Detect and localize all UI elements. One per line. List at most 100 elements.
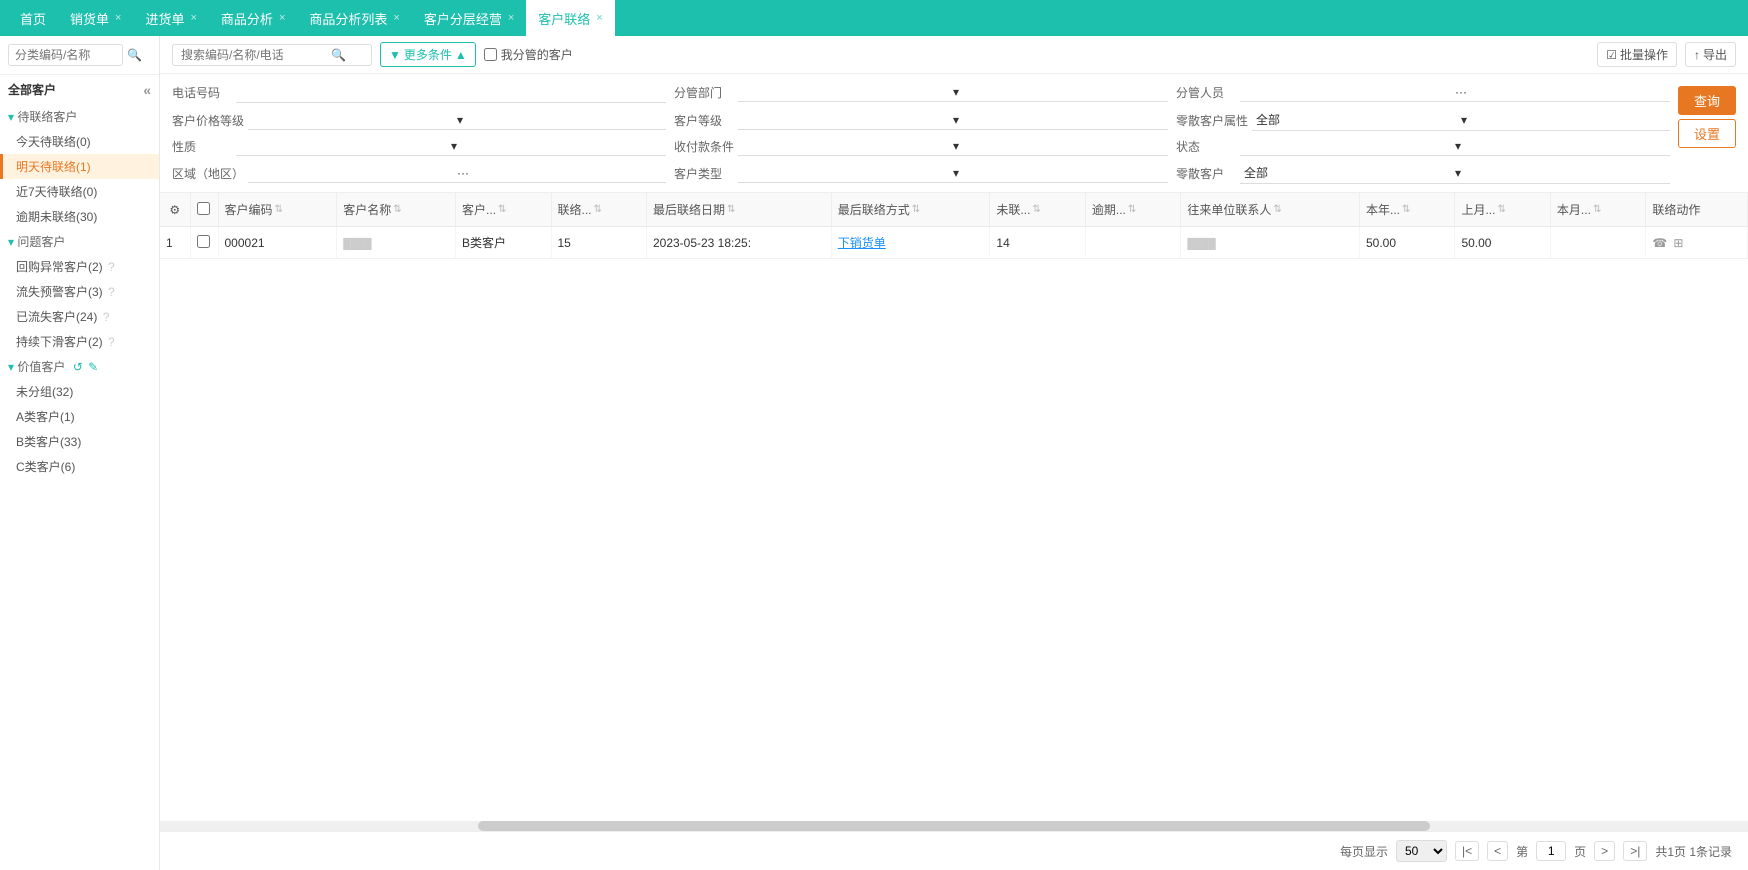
dots-icon[interactable]: ··· (1455, 85, 1666, 99)
th-unit-contact[interactable]: 往来单位联系人 ⇅ (1181, 193, 1360, 227)
close-icon[interactable]: × (508, 12, 514, 24)
filter-cell-retail-attr: 零散客户属性 全部 ▾ (1176, 109, 1670, 131)
th-contact-count[interactable]: 联络... ⇅ (551, 193, 646, 227)
th-this-month[interactable]: 本月... ⇅ (1550, 193, 1645, 227)
status-select[interactable]: ▾ (1240, 137, 1670, 156)
sidebar-group-value[interactable]: ▾ 价值客户 ↺ ✎ (0, 354, 159, 379)
nav-home[interactable]: 首页 (8, 0, 58, 36)
first-page-btn[interactable]: |< (1455, 841, 1479, 861)
th-name[interactable]: 客户名称 ⇅ (337, 193, 456, 227)
select-all-checkbox[interactable] (197, 202, 210, 215)
row-last-method[interactable]: 下销货单 (831, 227, 990, 259)
phone-action-icon[interactable]: ☎ (1652, 236, 1667, 250)
row-contact-count: 15 (551, 227, 646, 259)
row-select-checkbox[interactable] (197, 235, 210, 248)
row-no: 1 (160, 227, 190, 259)
table-row: 1 000021 ████ B类客户 15 2023-05-23 18:25: … (160, 227, 1748, 259)
horizontal-scrollbar[interactable] (160, 821, 1748, 831)
th-last-date[interactable]: 最后联络日期 ⇅ (646, 193, 831, 227)
close-icon[interactable]: × (190, 12, 196, 24)
retail-attr-select[interactable]: 全部 ▾ (1252, 109, 1670, 131)
sidebar-item-churned[interactable]: 已流失客户(24) ? (0, 304, 159, 329)
filter-cell-dept: 分管部门 ▾ (674, 83, 1168, 102)
filter-cell-phone: 电话号码 (172, 82, 666, 103)
page-size-select[interactable]: 50 100 200 (1396, 840, 1447, 862)
more-conditions-btn[interactable]: ▼ 更多条件 ▲ (380, 42, 476, 67)
sort-icon: ⇅ (1497, 204, 1505, 215)
chevron-down-icon: ▾ (953, 139, 1164, 153)
last-page-btn[interactable]: >| (1623, 841, 1647, 861)
prev-page-btn[interactable]: < (1487, 841, 1508, 861)
filter-row-3: 性质 ▾ 收付款条件 ▾ (172, 137, 1670, 156)
filter-cell-manager: 分管人员 ··· (1176, 83, 1670, 102)
sidebar-item-class-c[interactable]: C类客户(6) (0, 454, 159, 479)
payment-select[interactable]: ▾ (738, 137, 1168, 156)
gear-icon[interactable]: ⚙ (169, 203, 180, 217)
query-button[interactable]: 查询 (1678, 86, 1736, 115)
sort-icon: ⇅ (1402, 204, 1410, 215)
search-input[interactable] (181, 48, 331, 62)
sidebar-search-input[interactable] (8, 44, 123, 66)
sidebar-item-declining[interactable]: 持续下滑客户(2) ? (0, 329, 159, 354)
search-icon[interactable]: 🔍 (331, 48, 346, 62)
th-last-method[interactable]: 最后联络方式 ⇅ (831, 193, 990, 227)
refresh-icon[interactable]: ↺ (73, 360, 83, 374)
th-overdue[interactable]: 逾期... ⇅ (1085, 193, 1180, 227)
batch-operation-btn[interactable]: ☑ 批量操作 (1597, 42, 1677, 67)
close-icon[interactable]: × (393, 12, 399, 24)
customer-type-select[interactable]: ▾ (738, 164, 1168, 183)
nav-purchase-order[interactable]: 进货单 × (133, 0, 208, 36)
row-last-month: 50.00 (1455, 227, 1550, 259)
export-btn[interactable]: ↑ 导出 (1685, 42, 1736, 67)
sidebar-item-repurchase-abnormal[interactable]: 回购异常客户(2) ? (0, 254, 159, 279)
nav-product-analysis-list[interactable]: 商品分析列表 × (297, 0, 411, 36)
nav-sales-order[interactable]: 销货单 × (58, 0, 133, 36)
dots-icon[interactable]: ··· (457, 166, 662, 180)
sidebar-item-churn-warning[interactable]: 流失预警客户(3) ? (0, 279, 159, 304)
collapse-icon[interactable]: « (143, 82, 151, 98)
nav-product-analysis[interactable]: 商品分析 × (209, 0, 297, 36)
edit-icon[interactable]: ✎ (88, 360, 98, 374)
sidebar-item-today-contact[interactable]: 今天待联络(0) (0, 129, 159, 154)
close-icon[interactable]: × (115, 12, 121, 24)
sidebar-group-wait-contact[interactable]: ▾ 待联络客户 (0, 104, 159, 129)
set-button[interactable]: 设置 (1678, 119, 1736, 148)
nature-select[interactable]: ▾ (236, 137, 666, 156)
sidebar-item-7days-contact[interactable]: 近7天待联络(0) (0, 179, 159, 204)
th-last-month[interactable]: 上月... ⇅ (1455, 193, 1550, 227)
row-name: ████ (337, 227, 456, 259)
my-customers-checkbox[interactable] (484, 48, 497, 61)
sidebar-item-overdue-contact[interactable]: 逾期未联络(30) (0, 204, 159, 229)
row-unit-contact: ████ (1181, 227, 1360, 259)
row-checkbox (190, 227, 218, 259)
sidebar-item-class-b[interactable]: B类客户(33) (0, 429, 159, 454)
sidebar-item-class-a[interactable]: A类客户(1) (0, 404, 159, 429)
sort-icon: ⇅ (1032, 204, 1040, 215)
phone-input[interactable] (236, 82, 666, 103)
chevron-up-icon: ▲ (455, 48, 467, 62)
close-icon[interactable]: × (279, 12, 285, 24)
th-type[interactable]: 客户... ⇅ (456, 193, 551, 227)
nav-customer-tier[interactable]: 客户分层经营 × (412, 0, 526, 36)
row-uncontact: 14 (990, 227, 1085, 259)
close-icon[interactable]: × (596, 12, 602, 24)
payment-label: 收付款条件 (674, 138, 734, 155)
more-action-icon[interactable]: ⊞ (1673, 236, 1683, 250)
th-settings[interactable]: ⚙ (160, 193, 190, 227)
sidebar-item-ungrouped[interactable]: 未分组(32) (0, 379, 159, 404)
sidebar-group-problem[interactable]: ▾ 问题客户 (0, 229, 159, 254)
nav-customer-contact[interactable]: 客户联络 × (526, 0, 614, 36)
retail-customer-select[interactable]: 全部 ▾ (1240, 162, 1670, 184)
region-select[interactable]: ··· (248, 164, 666, 183)
th-this-year[interactable]: 本年... ⇅ (1359, 193, 1454, 227)
search-icon[interactable]: 🔍 (127, 48, 142, 62)
dept-select[interactable]: ▾ (738, 83, 1168, 102)
manager-select[interactable]: ··· (1240, 83, 1670, 102)
next-page-btn[interactable]: > (1594, 841, 1615, 861)
page-number-input[interactable] (1536, 841, 1566, 861)
th-uncontact[interactable]: 未联... ⇅ (990, 193, 1085, 227)
price-level-select[interactable]: ▾ (248, 111, 666, 130)
th-code[interactable]: 客户编码 ⇅ (218, 193, 337, 227)
customer-level-select[interactable]: ▾ (738, 111, 1168, 130)
sidebar-item-tomorrow-contact[interactable]: 明天待联络(1) (0, 154, 159, 179)
